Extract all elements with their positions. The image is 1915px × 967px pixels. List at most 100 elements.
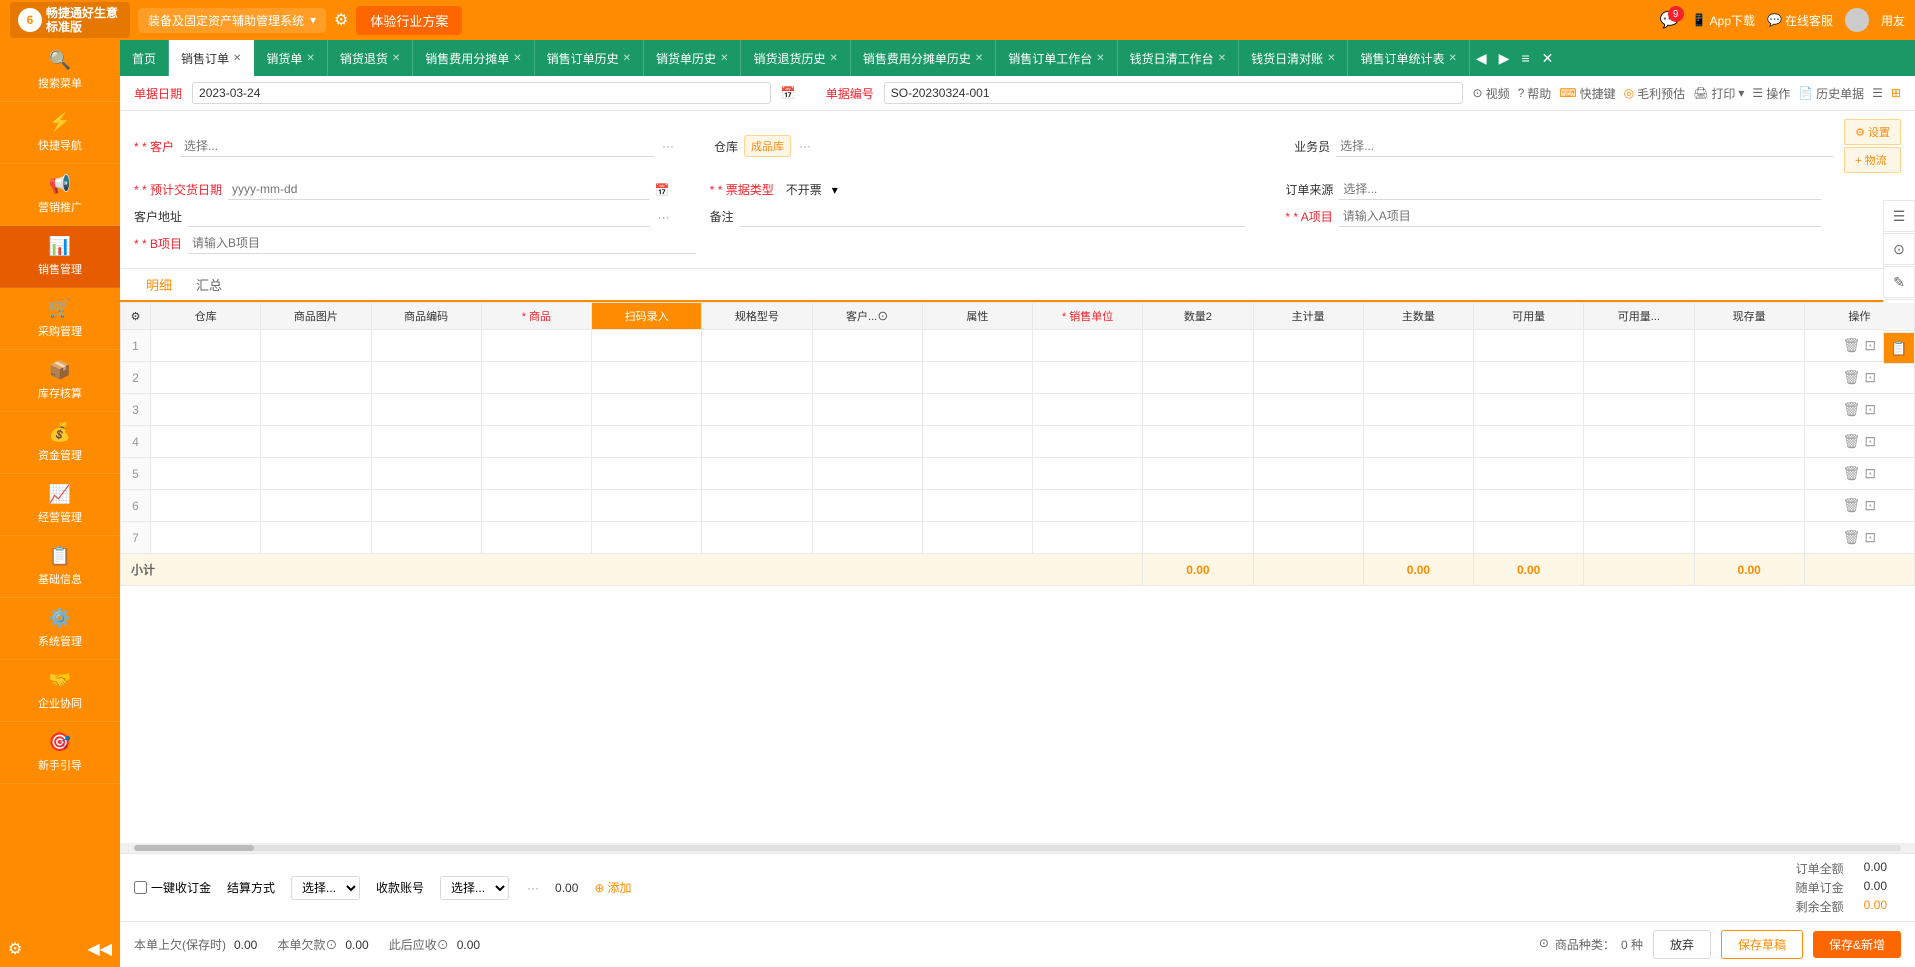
shortcut-btn[interactable]: ⌨ 快捷键	[1559, 85, 1615, 102]
tab-close-icon[interactable]: ✕	[513, 53, 521, 64]
tab-close-icon[interactable]: ✕	[1218, 53, 1226, 64]
tab-sales-order[interactable]: 销售订单 ✕	[169, 40, 254, 76]
delivery-input[interactable]	[228, 179, 649, 200]
tab-sales-expense[interactable]: 销售费用分摊单 ✕	[413, 40, 534, 76]
list-view-icon[interactable]: ☰	[1872, 86, 1883, 100]
tab-close-icon[interactable]: ✕	[1449, 53, 1457, 64]
message-btn[interactable]: 💬 9	[1660, 10, 1680, 30]
tab-sales-return[interactable]: 销货退货 ✕	[328, 40, 413, 76]
sidebar-item-operation[interactable]: 📈 经营管理	[0, 474, 120, 536]
delete-row-icon[interactable]: 🗑	[1843, 529, 1861, 546]
tab-close-icon[interactable]: ✕	[233, 53, 241, 64]
save-new-btn[interactable]: 保存&新增	[1813, 931, 1901, 958]
tab-more-btn[interactable]: ≡	[1515, 40, 1535, 76]
warehouse-more-icon[interactable]: ···	[799, 139, 811, 153]
delivery-calendar-icon[interactable]: 📅	[655, 183, 670, 197]
payment-method-select[interactable]: 选择...	[291, 876, 360, 900]
tab-detail[interactable]: 明细	[134, 269, 184, 302]
customer-more-icon[interactable]: ···	[662, 139, 674, 153]
tab-sales-order-history[interactable]: 销售订单历史 ✕	[535, 40, 644, 76]
operation-btn[interactable]: ☰ 操作	[1752, 85, 1790, 102]
tab-close-icon[interactable]: ✕	[975, 53, 983, 64]
tab-expense-history[interactable]: 销售费用分摊单历史 ✕	[851, 40, 996, 76]
sidebar-item-basic[interactable]: 📋 基础信息	[0, 536, 120, 598]
date-input[interactable]	[192, 82, 771, 104]
sidebar-item-system[interactable]: ⚙️ 系统管理	[0, 598, 120, 660]
tab-next-btn[interactable]: ▶	[1493, 40, 1516, 76]
bank-account-select[interactable]: 选择...	[440, 876, 509, 900]
order-no-input[interactable]	[884, 82, 1463, 104]
tab-sales-invoice[interactable]: 销货单 ✕	[254, 40, 327, 76]
sidebar-item-marketing[interactable]: 📢 营销推广	[0, 164, 120, 226]
app-download-btn[interactable]: 📱 App下载	[1692, 12, 1755, 29]
sidebar-item-collab[interactable]: 🤝 企业协同	[0, 660, 120, 722]
tab-close-icon[interactable]: ✕	[623, 53, 631, 64]
copy-row-icon[interactable]: ⊡	[1864, 497, 1876, 514]
copy-row-icon[interactable]: ⊡	[1864, 369, 1876, 386]
bank-more-icon[interactable]: ···	[527, 881, 539, 895]
order-source-input[interactable]	[1339, 179, 1821, 200]
rf-btn-2[interactable]: ⊙	[1883, 233, 1915, 265]
delete-row-icon[interactable]: 🗑	[1843, 497, 1861, 514]
tab-close-icon[interactable]: ✕	[306, 53, 314, 64]
scrollbar-track[interactable]	[134, 845, 1901, 851]
settings-icon[interactable]: ⚙	[334, 10, 348, 30]
sidebar-item-finance[interactable]: 💰 资金管理	[0, 412, 120, 474]
settings-right-btn[interactable]: ⚙ 设置	[1844, 119, 1901, 145]
profit-btn[interactable]: ◎ 毛利预估	[1624, 85, 1686, 102]
tab-close-icon[interactable]: ✕	[829, 53, 837, 64]
rf-btn-5[interactable]: 📋	[1883, 332, 1915, 364]
sidebar-item-inventory[interactable]: 📦 库存核算	[0, 350, 120, 412]
add-btn[interactable]: ⊕ 添加	[594, 879, 631, 896]
a-project-input[interactable]	[1339, 206, 1821, 227]
rf-btn-3[interactable]: ✎	[1883, 266, 1915, 298]
invoice-dropdown-icon[interactable]: ▾	[832, 183, 838, 197]
sidebar-collapse-icon[interactable]: ◀◀	[87, 939, 112, 959]
calendar-icon[interactable]: 📅	[781, 86, 796, 100]
tab-close-icon[interactable]: ✕	[1327, 53, 1335, 64]
copy-row-icon[interactable]: ⊡	[1864, 433, 1876, 450]
staff-input[interactable]	[1336, 136, 1834, 157]
customer-input[interactable]	[180, 136, 654, 157]
tab-return-history[interactable]: 销货退货历史 ✕	[741, 40, 850, 76]
industry-btn[interactable]: 体验行业方案	[356, 6, 462, 35]
remark-input[interactable]	[740, 206, 1246, 227]
delete-row-icon[interactable]: 🗑	[1843, 465, 1861, 482]
tab-home[interactable]: 首页	[120, 40, 169, 76]
tab-sales-invoice-history[interactable]: 销货单历史 ✕	[644, 40, 741, 76]
save-draft-btn[interactable]: 保存草稿	[1721, 930, 1803, 959]
copy-row-icon[interactable]: ⊡	[1864, 337, 1876, 354]
addr-more-icon[interactable]: ···	[658, 210, 670, 224]
copy-row-icon[interactable]: ⊡	[1864, 401, 1876, 418]
one-click-checkbox[interactable]	[134, 881, 147, 894]
delete-row-icon[interactable]: 🗑	[1843, 401, 1861, 418]
copy-row-icon[interactable]: ⊡	[1864, 529, 1876, 546]
grid-view-icon[interactable]: ⊞	[1891, 86, 1901, 100]
delete-row-icon[interactable]: 🗑	[1843, 433, 1861, 450]
sidebar-item-search[interactable]: 🔍 搜索菜单	[0, 40, 120, 102]
add-logistics-btn[interactable]: + 物流	[1844, 147, 1901, 173]
scrollbar-thumb[interactable]	[134, 845, 254, 851]
discard-btn[interactable]: 放弃	[1653, 930, 1711, 959]
tab-close-icon[interactable]: ✕	[1096, 53, 1104, 64]
tab-close-all-btn[interactable]: ✕	[1536, 40, 1560, 76]
delete-row-icon[interactable]: 🗑	[1843, 337, 1861, 354]
tab-daily-workbench[interactable]: 钱货日清工作台 ✕	[1118, 40, 1239, 76]
view-btn[interactable]: ⊙ 视频	[1473, 85, 1510, 102]
b-project-input[interactable]	[188, 233, 696, 254]
online-service-btn[interactable]: 💬 在线客服	[1767, 12, 1833, 29]
copy-row-icon[interactable]: ⊡	[1864, 465, 1876, 482]
tab-daily-reconcile[interactable]: 钱货日清对账 ✕	[1239, 40, 1348, 76]
user-avatar[interactable]	[1845, 8, 1869, 32]
sidebar-item-quicknav[interactable]: ⚡ 快捷导航	[0, 102, 120, 164]
help-btn[interactable]: ? 帮助	[1518, 85, 1552, 102]
sidebar-gear-icon[interactable]: ⚙	[8, 939, 22, 959]
tab-sales-stats[interactable]: 销售订单统计表 ✕	[1348, 40, 1469, 76]
tab-order-workbench[interactable]: 销售订单工作台 ✕	[996, 40, 1117, 76]
delete-row-icon[interactable]: 🗑	[1843, 369, 1861, 386]
tab-prev-btn[interactable]: ◀	[1470, 40, 1493, 76]
sidebar-item-purchase[interactable]: 🛒 采购管理	[0, 288, 120, 350]
tab-close-icon[interactable]: ✕	[720, 53, 728, 64]
col-gear[interactable]: ⚙	[121, 303, 151, 330]
tab-close-icon[interactable]: ✕	[392, 53, 400, 64]
